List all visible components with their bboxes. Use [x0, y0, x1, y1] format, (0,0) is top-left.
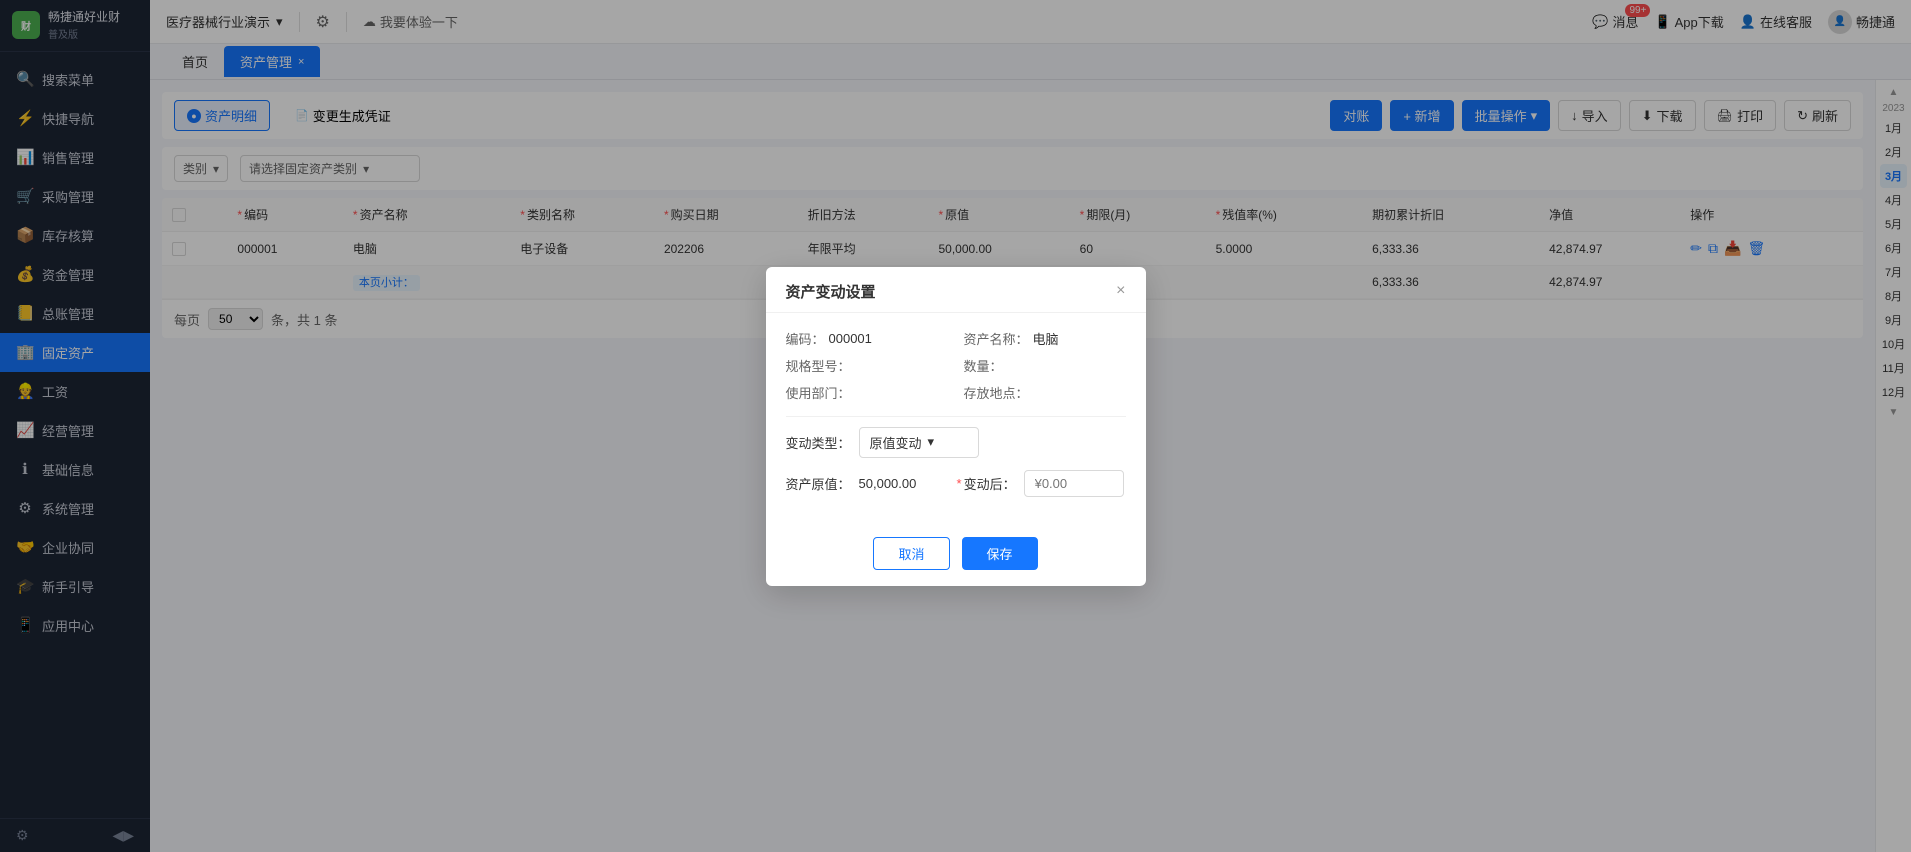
spec-label: 规格型号： — [786, 356, 851, 375]
modal-divider — [786, 416, 1126, 417]
change-type-arrow-icon: ▾ — [928, 434, 935, 450]
location-label: 存放地点： — [964, 383, 1029, 402]
modal-code-item: 编码： 000001 — [786, 329, 948, 348]
change-type-row: 变动类型： 原值变动 ▾ — [786, 427, 1126, 458]
asset-name-label: 资产名称： — [964, 329, 1029, 348]
cancel-btn[interactable]: 取消 — [873, 537, 949, 570]
code-value: 000001 — [829, 331, 872, 346]
asset-change-modal: 资产变动设置 × 编码： 000001 资产名称： 电脑 规格型号： 数量： — [766, 267, 1146, 586]
change-type-label: 变动类型： — [786, 433, 851, 452]
modal-title: 资产变动设置 — [786, 281, 876, 302]
modal-overlay: 资产变动设置 × 编码： 000001 资产名称： 电脑 规格型号： 数量： — [0, 0, 1911, 852]
department-label: 使用部门： — [786, 383, 851, 402]
after-change-label: * 变动后： — [957, 474, 1016, 493]
modal-location-item: 存放地点： — [964, 383, 1126, 402]
asset-name-value: 电脑 — [1033, 329, 1059, 348]
modal-info-grid: 编码： 000001 资产名称： 电脑 规格型号： 数量： 使用部门： — [786, 329, 1126, 402]
modal-spec-item: 规格型号： — [786, 356, 948, 375]
modal-close-btn[interactable]: × — [1116, 282, 1125, 300]
modal-header: 资产变动设置 × — [766, 267, 1146, 313]
original-value-display: 50,000.00 — [859, 476, 949, 491]
modal-body: 编码： 000001 资产名称： 电脑 规格型号： 数量： 使用部门： — [766, 313, 1146, 525]
change-type-select[interactable]: 原值变动 ▾ — [859, 427, 979, 458]
modal-footer: 取消 保存 — [766, 525, 1146, 586]
after-change-text: 变动后： — [964, 474, 1016, 493]
after-change-input[interactable] — [1024, 470, 1124, 497]
modal-quantity-item: 数量： — [964, 356, 1126, 375]
save-btn[interactable]: 保存 — [962, 537, 1038, 570]
original-value-label: 资产原值： — [786, 474, 851, 493]
asset-value-row: 资产原值： 50,000.00 * 变动后： — [786, 470, 1126, 497]
modal-asset-name-item: 资产名称： 电脑 — [964, 329, 1126, 348]
quantity-label: 数量： — [964, 356, 1003, 375]
code-label: 编码： — [786, 329, 825, 348]
change-type-value: 原值变动 — [870, 433, 922, 452]
modal-department-item: 使用部门： — [786, 383, 948, 402]
